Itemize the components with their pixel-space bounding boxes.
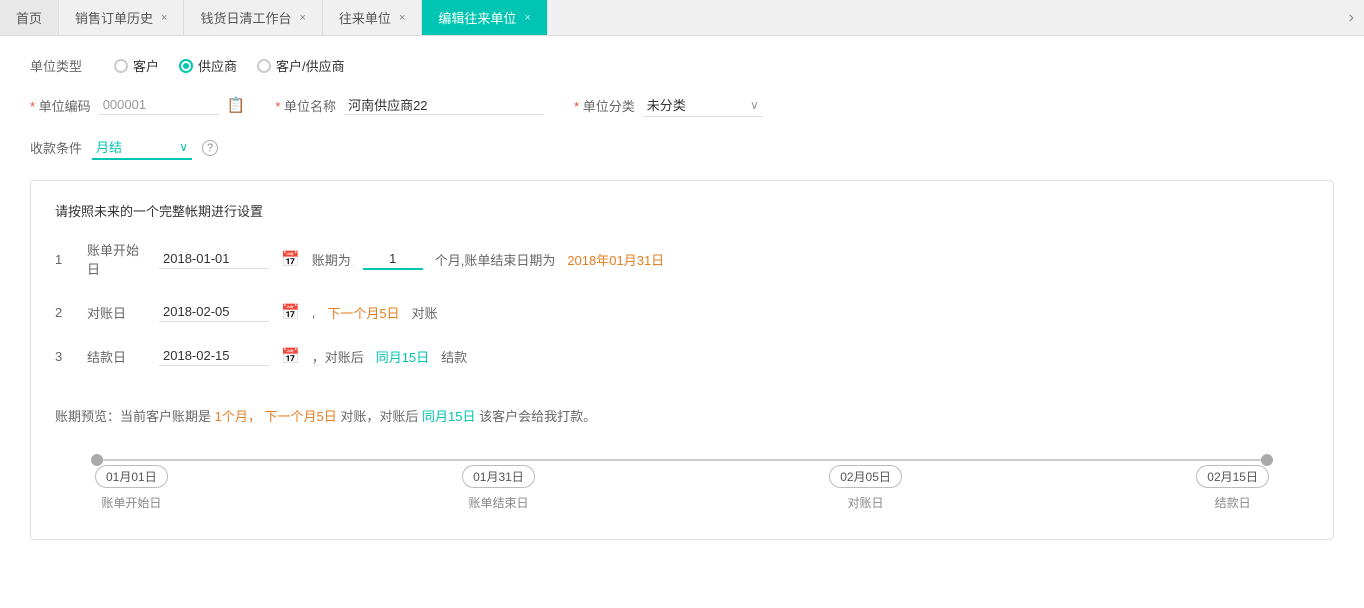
radio-supplier[interactable]: 供应商 — [179, 56, 237, 75]
timeline-label-payment: 结款日 — [1215, 494, 1251, 511]
period-num-1: 1 — [55, 252, 75, 267]
unit-name-group: 单位名称 — [275, 95, 544, 115]
unit-category-label: 单位分类 — [574, 96, 635, 115]
unit-code-input[interactable] — [99, 95, 219, 115]
unit-category-chevron: ∨ — [750, 98, 759, 112]
period-num-3: 3 — [55, 349, 75, 364]
radio-circle-both — [257, 59, 271, 73]
period-payment-calendar-icon[interactable]: 📅 — [281, 347, 300, 365]
period-desc-2-prefix: , — [312, 305, 316, 320]
tab-more-button[interactable]: › — [1339, 0, 1364, 35]
unit-category-select[interactable]: 未分类 ∨ — [643, 93, 763, 117]
period-payment-date-input[interactable] — [159, 346, 269, 366]
period-desc-3-prefix: ，对账后 — [312, 347, 364, 366]
timeline-node-payment: 02月15日 结款日 — [1196, 449, 1269, 511]
payment-condition-chevron: ∨ — [179, 140, 188, 154]
timeline-badge-start: 01月01日 — [95, 465, 168, 488]
period-desc-3-suffix: 结款 — [441, 347, 467, 366]
unit-code-group: 单位编码 📋 — [30, 95, 245, 115]
tab-partner[interactable]: 往来单位 × — [323, 0, 422, 35]
radio-circle-supplier — [179, 59, 193, 73]
tab-home[interactable]: 首页 — [0, 0, 59, 35]
timeline-node-end: 01月31日 账单结束日 — [462, 449, 535, 511]
close-cash-work[interactable]: × — [299, 12, 305, 24]
preview-part1: 1个月， — [215, 409, 261, 424]
timeline-label-start: 账单开始日 — [101, 494, 161, 511]
payment-row: 收款条件 月结 ∨ ? — [30, 135, 1334, 160]
period-desc-prefix-1: 账期为 — [312, 250, 351, 269]
timeline-badge-reconcile: 02月05日 — [829, 465, 902, 488]
timeline-badge-end: 01月31日 — [462, 465, 535, 488]
period-row-3: 3 结款日 📅 ，对账后 同月15日 结款 — [55, 346, 1309, 366]
unit-category-group: 单位分类 未分类 ∨ — [574, 93, 763, 117]
period-months-input[interactable] — [363, 249, 423, 270]
period-box: 请按照未来的一个完整帐期进行设置 1 账单开始日 📅 账期为 个月,账单结束日期… — [30, 180, 1334, 540]
unit-code-label: 单位编码 — [30, 96, 91, 115]
period-reconcile-date-input[interactable] — [159, 302, 269, 322]
radio-both[interactable]: 客户/供应商 — [257, 56, 345, 75]
preview-prefix: 账期预览：当前客户账期是 — [55, 409, 211, 424]
preview-middle: 对账，对账后 — [340, 409, 418, 424]
tab-sales-history[interactable]: 销售订单历史 × — [59, 0, 184, 35]
period-same-month-highlight: 同月15日 — [376, 347, 429, 366]
preview-section: 账期预览：当前客户账期是 1个月， 下一个月5日 对账，对账后 同月15日 该客… — [55, 390, 1309, 519]
period-label-2: 对账日 — [87, 303, 147, 322]
unit-type-group: 单位类型 客户 供应商 客户/供应商 — [30, 56, 1334, 75]
timeline-label-reconcile: 对账日 — [848, 494, 884, 511]
preview-part2: 下一个月5日 — [265, 409, 337, 424]
preview-text: 账期预览：当前客户账期是 1个月， 下一个月5日 对账，对账后 同月15日 该客… — [55, 406, 1309, 425]
period-row-2: 2 对账日 📅 , 下一个月5日 对账 — [55, 302, 1309, 322]
payment-condition-label: 收款条件 — [30, 138, 82, 157]
unit-code-calendar-icon[interactable]: 📋 — [227, 96, 246, 114]
payment-condition-select[interactable]: 月结 ∨ — [92, 135, 192, 160]
timeline-node-reconcile: 02月05日 对账日 — [829, 449, 902, 511]
unit-name-input[interactable] — [344, 95, 544, 115]
period-desc-suffix-1: 个月,账单结束日期为 — [435, 250, 556, 269]
tab-bar: 首页 销售订单历史 × 钱货日清工作台 × 往来单位 × 编辑往来单位 × › — [0, 0, 1364, 36]
timeline-container: 01月01日 账单开始日 01月31日 账单结束日 02月05日 对账日 — [55, 449, 1309, 511]
period-num-2: 2 — [55, 305, 75, 320]
period-box-title: 请按照未来的一个完整帐期进行设置 — [55, 201, 1309, 220]
payment-help-icon[interactable]: ? — [202, 140, 218, 156]
unit-category-value: 未分类 — [647, 95, 746, 114]
unit-name-label: 单位名称 — [275, 96, 336, 115]
period-reconcile-calendar-icon[interactable]: 📅 — [281, 303, 300, 321]
tab-cash-work[interactable]: 钱货日清工作台 × — [184, 0, 322, 35]
timeline-node-start: 01月01日 账单开始日 — [95, 449, 168, 511]
tab-edit-partner[interactable]: 编辑往来单位 × — [422, 0, 547, 35]
period-start-date-input[interactable] — [159, 249, 269, 269]
close-partner[interactable]: × — [399, 12, 405, 24]
preview-part3: 同月15日 — [422, 409, 475, 424]
period-label-3: 结款日 — [87, 347, 147, 366]
radio-customer[interactable]: 客户 — [114, 56, 159, 75]
payment-condition-value: 月结 — [96, 137, 175, 156]
timeline-badge-payment: 02月15日 — [1196, 465, 1269, 488]
close-sales-history[interactable]: × — [161, 12, 167, 24]
form-row-main: 单位编码 📋 单位名称 单位分类 未分类 ∨ — [30, 93, 1334, 117]
period-start-calendar-icon[interactable]: 📅 — [281, 250, 300, 268]
main-content: 单位类型 客户 供应商 客户/供应商 单位编码 📋 单位名称 单位分类 未分类 — [0, 36, 1364, 608]
close-edit-partner[interactable]: × — [524, 12, 530, 24]
timeline-nodes: 01月01日 账单开始日 01月31日 账单结束日 02月05日 对账日 — [95, 449, 1269, 511]
period-desc-2-suffix: 对账 — [412, 303, 438, 322]
period-label-1: 账单开始日 — [87, 240, 147, 278]
period-end-date-highlight: 2018年01月31日 — [567, 250, 664, 269]
timeline-label-end: 账单结束日 — [468, 494, 528, 511]
preview-suffix: 该客户会给我打款。 — [479, 409, 596, 424]
period-row-1: 1 账单开始日 📅 账期为 个月,账单结束日期为 2018年01月31日 — [55, 240, 1309, 278]
period-next-month-highlight: 下一个月5日 — [327, 303, 399, 322]
radio-circle-customer — [114, 59, 128, 73]
unit-type-label: 单位类型 — [30, 56, 82, 75]
